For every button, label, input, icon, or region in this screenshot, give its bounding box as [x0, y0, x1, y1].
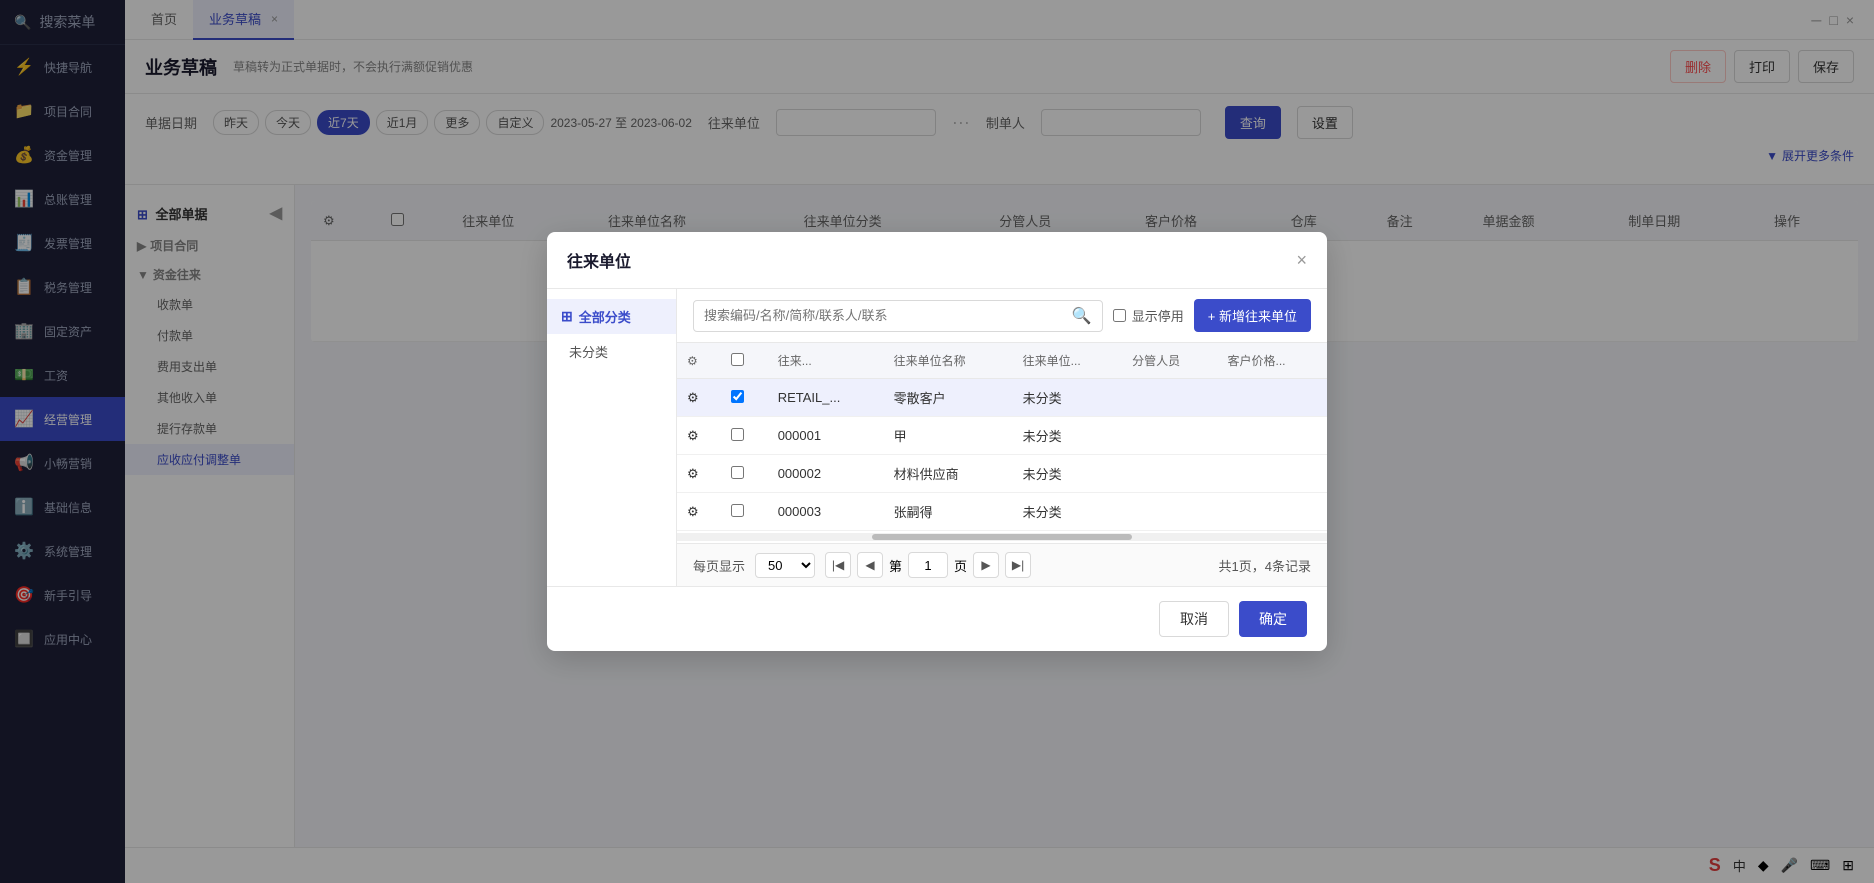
partner-search-input[interactable] — [704, 308, 1066, 323]
row-manager — [1122, 379, 1217, 417]
add-partner-button[interactable]: + 新增往来单位 — [1194, 299, 1311, 332]
page-input[interactable] — [908, 552, 948, 578]
per-page-label: 每页显示 — [693, 556, 745, 575]
show-disabled-label[interactable]: 显示停用 — [1113, 306, 1184, 325]
modal-close-button[interactable]: × — [1296, 250, 1307, 271]
modal-header: 往来单位 × — [547, 232, 1327, 289]
row-category: 未分类 — [1013, 417, 1122, 455]
row-checkbox[interactable] — [721, 417, 767, 455]
row-settings[interactable]: ⚙ — [677, 379, 721, 417]
modal-sidebar-uncategorized-label: 未分类 — [569, 342, 608, 361]
row-code: 000003 — [768, 493, 884, 531]
pagination: |◀ ◀ 第 页 ▶ ▶| — [825, 552, 1031, 578]
row-checkbox[interactable] — [721, 379, 767, 417]
modal-footer-bar: 每页显示 50 100 200 |◀ ◀ 第 页 ▶ ▶| — [677, 543, 1327, 586]
total-label: 共1页，4条记录 — [1219, 556, 1311, 575]
page-last-button[interactable]: ▶| — [1005, 552, 1031, 578]
modal-sidebar-all[interactable]: ⊞ 全部分类 — [547, 299, 676, 334]
row-code: 000002 — [768, 455, 884, 493]
row-manager — [1122, 455, 1217, 493]
cancel-button[interactable]: 取消 — [1159, 601, 1229, 637]
row-code: 000001 — [768, 417, 884, 455]
confirm-button[interactable]: 确定 — [1239, 601, 1307, 637]
modal-table: ⚙ 往来... 往来单位名称 往来单位... 分管人员 客户价格... ⚙ — [677, 343, 1327, 531]
modal-sidebar: ⊞ 全部分类 未分类 — [547, 289, 677, 586]
per-page-select[interactable]: 50 100 200 — [755, 553, 815, 578]
page-suffix: 页 — [954, 556, 967, 575]
row-name: 材料供应商 — [884, 455, 1013, 493]
page-next-button[interactable]: ▶ — [973, 552, 999, 578]
row-settings[interactable]: ⚙ — [677, 417, 721, 455]
page-first-button[interactable]: |◀ — [825, 552, 851, 578]
show-disabled-checkbox[interactable] — [1113, 309, 1126, 322]
partner-modal: 往来单位 × ⊞ 全部分类 未分类 🔍 — [547, 232, 1327, 651]
row-category: 未分类 — [1013, 493, 1122, 531]
row-checkbox[interactable] — [721, 455, 767, 493]
row-checkbox[interactable] — [721, 493, 767, 531]
modal-sidebar-all-label: 全部分类 — [579, 307, 631, 326]
modal-table-row[interactable]: ⚙ RETAIL_... 零散客户 未分类 — [677, 379, 1327, 417]
modal-col-price: 客户价格... — [1218, 343, 1327, 379]
row-code: RETAIL_... — [768, 379, 884, 417]
modal-title: 往来单位 — [567, 248, 631, 272]
modal-col-manager: 分管人员 — [1122, 343, 1217, 379]
modal-sidebar-uncategorized[interactable]: 未分类 — [547, 334, 676, 369]
page-label: 第 — [889, 556, 902, 575]
modal-main: 🔍 显示停用 + 新增往来单位 ⚙ — [677, 289, 1327, 586]
modal-col-settings[interactable]: ⚙ — [677, 343, 721, 379]
row-name: 零散客户 — [884, 379, 1013, 417]
modal-toolbar: 🔍 显示停用 + 新增往来单位 — [677, 289, 1327, 343]
modal-table-row[interactable]: ⚙ 000002 材料供应商 未分类 — [677, 455, 1327, 493]
modal-scroll-thumb[interactable] — [872, 534, 1132, 540]
modal-body: ⊞ 全部分类 未分类 🔍 显示停用 — [547, 289, 1327, 586]
row-price — [1218, 493, 1327, 531]
row-price — [1218, 379, 1327, 417]
modal-col-select[interactable] — [721, 343, 767, 379]
row-manager — [1122, 493, 1217, 531]
modal-col-category: 往来单位... — [1013, 343, 1122, 379]
row-category: 未分类 — [1013, 379, 1122, 417]
modal-overlay: 往来单位 × ⊞ 全部分类 未分类 🔍 — [0, 0, 1874, 883]
modal-actions: 取消 确定 — [547, 586, 1327, 651]
grid-icon: ⊞ — [561, 308, 573, 325]
search-icon: 🔍 — [1072, 306, 1092, 326]
search-box: 🔍 — [693, 300, 1103, 332]
modal-table-wrap: ⚙ 往来... 往来单位名称 往来单位... 分管人员 客户价格... ⚙ — [677, 343, 1327, 531]
modal-col-name: 往来单位名称 — [884, 343, 1013, 379]
row-name: 张嗣得 — [884, 493, 1013, 531]
modal-select-all[interactable] — [731, 353, 744, 366]
row-name: 甲 — [884, 417, 1013, 455]
modal-table-row[interactable]: ⚙ 000003 张嗣得 未分类 — [677, 493, 1327, 531]
row-settings[interactable]: ⚙ — [677, 493, 721, 531]
row-settings[interactable]: ⚙ — [677, 455, 721, 493]
row-category: 未分类 — [1013, 455, 1122, 493]
page-prev-button[interactable]: ◀ — [857, 552, 883, 578]
row-price — [1218, 455, 1327, 493]
modal-horizontal-scrollbar[interactable] — [677, 533, 1327, 541]
modal-table-row[interactable]: ⚙ 000001 甲 未分类 — [677, 417, 1327, 455]
modal-col-code: 往来... — [768, 343, 884, 379]
row-price — [1218, 417, 1327, 455]
row-manager — [1122, 417, 1217, 455]
